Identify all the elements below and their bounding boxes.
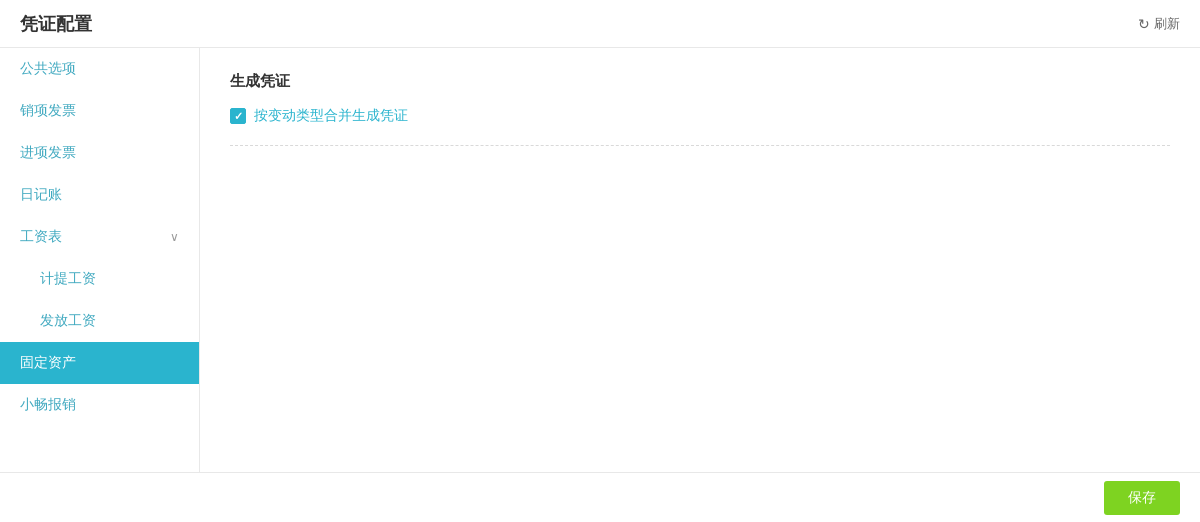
sidebar-item-sales-invoice[interactable]: 销项发票 bbox=[0, 90, 199, 132]
refresh-label: 刷新 bbox=[1154, 15, 1180, 33]
sidebar: 公共选项销项发票进项发票日记账工资表 ∨ 计提工资发放工资固定资产小畅报销 bbox=[0, 48, 200, 472]
sidebar-item-purchase-invoice[interactable]: 进项发票 bbox=[0, 132, 199, 174]
sidebar-item-label: 进项发票 bbox=[20, 144, 76, 162]
page-header: 凭证配置 ↻ 刷新 bbox=[0, 0, 1200, 48]
sidebar-item-public-options[interactable]: 公共选项 bbox=[0, 48, 199, 90]
page-footer: 保存 bbox=[0, 472, 1200, 522]
sidebar-item-journal[interactable]: 日记账 bbox=[0, 174, 199, 216]
sidebar-item-label: 销项发票 bbox=[20, 102, 76, 120]
sidebar-item-label: 小畅报销 bbox=[20, 396, 76, 414]
sidebar-item-label: 日记账 bbox=[20, 186, 62, 204]
section-divider bbox=[230, 145, 1170, 146]
content-area: 生成凭证 按变动类型合并生成凭证 bbox=[200, 48, 1200, 472]
sidebar-item-calc-salary[interactable]: 计提工资 bbox=[0, 258, 199, 300]
sidebar-item-payroll-table[interactable]: 工资表 ∨ bbox=[0, 216, 199, 258]
sidebar-item-label: 发放工资 bbox=[40, 312, 96, 330]
checkbox-label[interactable]: 按变动类型合并生成凭证 bbox=[254, 107, 408, 125]
checkbox-row: 按变动类型合并生成凭证 bbox=[230, 107, 1170, 125]
main-layout: 公共选项销项发票进项发票日记账工资表 ∨ 计提工资发放工资固定资产小畅报销 生成凭证… bbox=[0, 48, 1200, 472]
page-title: 凭证配置 bbox=[20, 12, 92, 36]
refresh-button[interactable]: ↻ 刷新 bbox=[1138, 15, 1180, 33]
sidebar-item-label: 公共选项 bbox=[20, 60, 76, 78]
sidebar-item-label: 固定资产 bbox=[20, 354, 76, 372]
chevron-down-icon: ∨ bbox=[170, 230, 179, 244]
sidebar-item-label: 工资表 bbox=[20, 228, 62, 246]
sidebar-item-expense-report[interactable]: 小畅报销 bbox=[0, 384, 199, 426]
refresh-icon: ↻ bbox=[1138, 16, 1150, 32]
sidebar-item-fixed-assets[interactable]: 固定资产 bbox=[0, 342, 199, 384]
save-button[interactable]: 保存 bbox=[1104, 481, 1180, 515]
sidebar-item-pay-salary[interactable]: 发放工资 bbox=[0, 300, 199, 342]
section-title: 生成凭证 bbox=[230, 72, 1170, 91]
merge-by-type-checkbox[interactable] bbox=[230, 108, 246, 124]
sidebar-item-label: 计提工资 bbox=[40, 270, 96, 288]
